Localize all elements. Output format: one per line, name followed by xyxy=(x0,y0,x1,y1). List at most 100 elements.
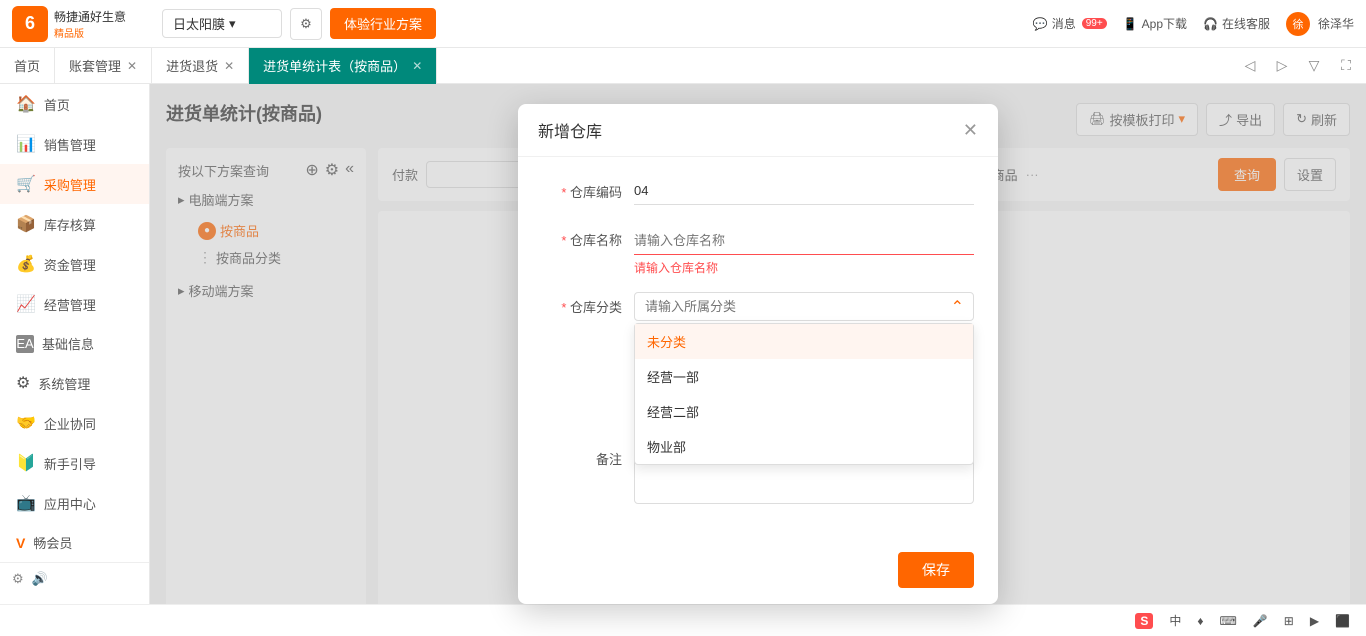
tab-purchase-stats[interactable]: 进货单统计表（按商品） ✕ xyxy=(249,48,437,84)
category-label: 仓库分类 xyxy=(542,292,622,324)
dropdown-item-dept2[interactable]: 经营二部 xyxy=(635,394,973,429)
sidebar-item-app-center-label: 应用中心 xyxy=(44,494,96,513)
category-row: 仓库分类 ⌃ 未分类 经营一部 经营二部 物业部 xyxy=(542,292,974,324)
logo-icon: 6 xyxy=(12,6,48,42)
dropdown-item-dept3[interactable]: 物业部 xyxy=(635,429,973,464)
name-input[interactable] xyxy=(634,227,974,255)
settings-icon[interactable]: ⚙ xyxy=(290,8,322,40)
tab-nav-left-icon[interactable]: ◁ xyxy=(1238,54,1262,78)
sales-icon: 📊 xyxy=(16,134,36,154)
user-group[interactable]: 徐 徐泽华 xyxy=(1286,12,1354,36)
sidebar-item-finance[interactable]: 💰 资金管理 xyxy=(0,244,149,284)
sidebar-item-basic-info-label: 基础信息 xyxy=(42,334,94,353)
tab-account-close[interactable]: ✕ xyxy=(127,59,137,73)
sidebar-item-purchase-label: 采购管理 xyxy=(44,175,96,194)
tab-fullscreen-icon[interactable]: ⛶ xyxy=(1334,54,1358,78)
tab-purchase-return-close[interactable]: ✕ xyxy=(224,59,234,73)
select-up-arrow-icon[interactable]: ⌃ xyxy=(951,297,964,317)
dialog-footer: 保存 xyxy=(518,540,998,604)
tab-account[interactable]: 账套管理 ✕ xyxy=(55,48,152,84)
sidebar-bottom-tools: ⚙ 🔊 xyxy=(0,562,149,595)
app-download-group[interactable]: 📱 App下载 xyxy=(1123,15,1187,32)
sidebar-item-collaboration-label: 企业协同 xyxy=(44,414,96,433)
dialog-close-icon[interactable]: ✕ xyxy=(963,120,978,141)
tab-purchase-return[interactable]: 进货退货 ✕ xyxy=(152,48,249,84)
name-row-inner: 仓库名称 xyxy=(542,225,974,257)
sidebar-item-operations-label: 经营管理 xyxy=(44,295,96,314)
message-icon: 💬 xyxy=(1033,17,1048,31)
trial-button[interactable]: 体验行业方案 xyxy=(330,8,436,39)
user-name: 徐泽华 xyxy=(1318,15,1354,32)
settings-bottom-icon[interactable]: ⚙ xyxy=(12,571,24,587)
speaker-icon[interactable]: 🔊 xyxy=(32,571,48,587)
statusbar-mic-icon: 🎤 xyxy=(1253,614,1268,628)
notes-label: 备注 xyxy=(542,444,622,476)
collaboration-icon: 🤝 xyxy=(16,413,36,433)
guide-icon: 🔰 xyxy=(16,453,36,473)
sidebar-item-basic-info[interactable]: EA 基础信息 xyxy=(0,324,149,363)
code-row: 仓库编码 xyxy=(542,177,974,209)
code-label: 仓库编码 xyxy=(542,177,622,209)
tabs-right: ◁ ▷ ▽ ⛶ xyxy=(1238,54,1366,78)
store-selector[interactable]: 日太阳膜 ▾ xyxy=(162,9,282,38)
header-center: 日太阳膜 ▾ ⚙ 体验行业方案 xyxy=(162,8,1033,40)
app-center-icon: 📺 xyxy=(16,493,36,513)
code-input[interactable] xyxy=(634,177,974,205)
name-row: 仓库名称 请输入仓库名称 xyxy=(450,225,974,276)
sidebar-item-home[interactable]: 🏠 首页 xyxy=(0,84,149,124)
top-header: 6 畅捷通好生意 精品版 日太阳膜 ▾ ⚙ 体验行业方案 💬 消息 99+ 📱 … xyxy=(0,0,1366,48)
sidebar-item-collaboration[interactable]: 🤝 企业协同 xyxy=(0,403,149,443)
sidebar-item-sales-label: 销售管理 xyxy=(44,135,96,154)
inventory-icon: 📦 xyxy=(16,214,36,234)
header-right: 💬 消息 99+ 📱 App下载 🎧 在线客服 徐 徐泽华 xyxy=(1033,12,1354,36)
member-icon: V xyxy=(16,535,25,551)
sidebar-item-inventory[interactable]: 📦 库存核算 xyxy=(0,204,149,244)
sidebar-item-inventory-label: 库存核算 xyxy=(44,215,96,234)
chevron-down-icon: ▾ xyxy=(229,16,236,32)
message-label: 消息 xyxy=(1052,15,1076,32)
sidebar-item-operations[interactable]: 📈 经营管理 xyxy=(0,284,149,324)
service-group[interactable]: 🎧 在线客服 xyxy=(1203,15,1270,32)
statusbar-dot-icon: ♦ xyxy=(1197,614,1203,628)
category-input[interactable] xyxy=(634,292,974,321)
message-badge: 99+ xyxy=(1082,18,1107,29)
logo-text: 畅捷通好生意 xyxy=(54,8,126,25)
sidebar-item-guide[interactable]: 🔰 新手引导 xyxy=(0,443,149,483)
sidebar-item-sales[interactable]: 📊 销售管理 xyxy=(0,124,149,164)
category-dropdown: 未分类 经营一部 经营二部 物业部 xyxy=(634,323,974,465)
dialog-title: 新增仓库 xyxy=(538,118,602,142)
save-button[interactable]: 保存 xyxy=(898,552,974,588)
sidebar-footer: ⚙ 🔊 xyxy=(0,562,149,602)
dropdown-item-dept1[interactable]: 经营一部 xyxy=(635,359,973,394)
message-group[interactable]: 💬 消息 99+ xyxy=(1033,15,1107,32)
sidebar-item-member-label: 畅会员 xyxy=(33,533,72,552)
sidebar-item-system-label: 系统管理 xyxy=(38,374,90,393)
purchase-icon: 🛒 xyxy=(16,174,36,194)
sidebar-item-app-center[interactable]: 📺 应用中心 xyxy=(0,483,149,523)
tab-nav-menu-icon[interactable]: ▽ xyxy=(1302,54,1326,78)
tab-purchase-stats-close[interactable]: ✕ xyxy=(412,59,422,73)
dropdown-item-unclassified[interactable]: 未分类 xyxy=(635,324,973,359)
content-area: 进货单统计(按商品) 🖨 按模板打印 ▾ ⤴ 导出 ↻ 刷新 xyxy=(150,84,1366,636)
main-layout: 🏠 首页 📊 销售管理 🛒 采购管理 📦 库存核算 💰 资金管理 📈 经营管理 … xyxy=(0,84,1366,636)
tab-purchase-return-label: 进货退货 xyxy=(166,56,218,75)
sidebar-item-purchase[interactable]: 🛒 采购管理 xyxy=(0,164,149,204)
sidebar-item-finance-label: 资金管理 xyxy=(44,255,96,274)
sidebar-item-member[interactable]: V 畅会员 xyxy=(0,523,149,562)
dialog-body: 仓库编码 仓库名称 请输入仓库名称 仓库分类 ⌃ xyxy=(518,157,998,540)
home-icon: 🏠 xyxy=(16,94,36,114)
sidebar-item-system[interactable]: ⚙ 系统管理 xyxy=(0,363,149,403)
logo-text-area: 畅捷通好生意 精品版 xyxy=(54,8,126,40)
tab-home[interactable]: 首页 xyxy=(0,48,55,84)
tab-purchase-stats-label: 进货单统计表（按商品） xyxy=(263,56,406,75)
sidebar: 🏠 首页 📊 销售管理 🛒 采购管理 📦 库存核算 💰 资金管理 📈 经营管理 … xyxy=(0,84,150,636)
operations-icon: 📈 xyxy=(16,294,36,314)
finance-icon: 💰 xyxy=(16,254,36,274)
phone-icon: 📱 xyxy=(1123,17,1138,31)
tab-nav-right-icon[interactable]: ▷ xyxy=(1270,54,1294,78)
statusbar-box-icon: ⬛ xyxy=(1335,614,1350,628)
tabs-bar: 首页 账套管理 ✕ 进货退货 ✕ 进货单统计表（按商品） ✕ ◁ ▷ ▽ ⛶ xyxy=(0,48,1366,84)
category-select-wrapper: ⌃ 未分类 经营一部 经营二部 物业部 xyxy=(634,292,974,321)
headset-icon: 🎧 xyxy=(1203,17,1218,31)
statusbar-play-icon: ▶ xyxy=(1310,614,1319,628)
